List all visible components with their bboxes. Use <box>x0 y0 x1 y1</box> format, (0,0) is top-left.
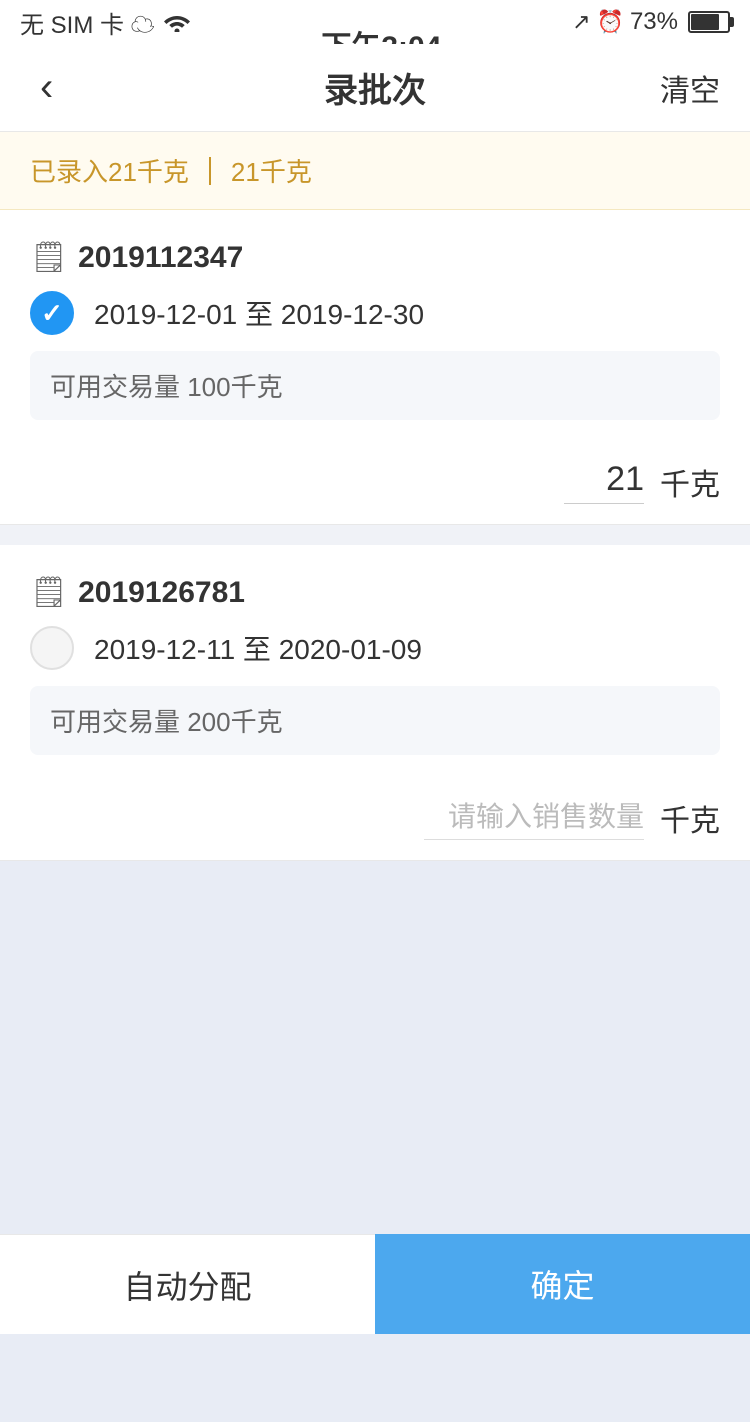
wifi-icon <box>163 12 191 32</box>
batch1-quantity-value: 21 <box>564 460 644 504</box>
status-right: ↗ ⏰ 73% <box>572 8 730 36</box>
battery-icon <box>688 11 730 33</box>
batch2-quantity-placeholder[interactable]: 请输入销售数量 <box>424 795 644 840</box>
section-separator <box>0 525 750 545</box>
status-bar: 无 SIM 卡 ☁ 下午3:04 ↗ ⏰ 73% <box>0 0 750 44</box>
clear-button[interactable]: 清空 <box>660 66 720 110</box>
info-divider <box>209 157 211 185</box>
batch1-doc-icon: 🗒 <box>30 240 68 275</box>
no-sim-label: 无 SIM 卡 ☁ <box>20 5 155 40</box>
batch1-id: 2019112347 <box>78 241 243 275</box>
recorded-value: 21千克 <box>231 152 312 189</box>
batch2-date-row[interactable]: 2019-12-11 至 2020-01-09 <box>30 626 720 670</box>
batch2-available: 可用交易量 200千克 <box>30 686 720 755</box>
back-button[interactable]: ‹ <box>30 55 63 120</box>
batch-card-2: 🗒 2019126781 2019-12-11 至 2020-01-09 可用交… <box>0 545 750 775</box>
status-left: 无 SIM 卡 ☁ <box>20 5 191 40</box>
batch1-available: 可用交易量 100千克 <box>30 351 720 420</box>
alarm-icon: ⏰ <box>597 9 624 35</box>
batch1-header: 🗒 2019112347 <box>30 240 720 275</box>
batch1-date-range: 2019-12-01 至 2019-12-30 <box>94 293 424 333</box>
batch2-quantity-row: 请输入销售数量 千克 <box>0 775 750 861</box>
bottom-bar: 自动分配 确定 <box>0 1234 750 1334</box>
batch2-radio[interactable] <box>30 626 74 670</box>
batch2-unit: 千克 <box>660 796 720 840</box>
batch2-doc-icon: 🗒 <box>30 575 68 610</box>
batch2-date-range: 2019-12-11 至 2020-01-09 <box>94 628 422 668</box>
batch2-header: 🗒 2019126781 <box>30 575 720 610</box>
batch1-date-row[interactable]: ✓ 2019-12-01 至 2019-12-30 <box>30 291 720 335</box>
batch1-unit: 千克 <box>660 460 720 504</box>
recorded-label: 已录入21千克 <box>30 152 189 189</box>
location-icon: ↗ <box>572 9 590 35</box>
batch1-radio[interactable]: ✓ <box>30 291 74 335</box>
batch-card-1: 🗒 2019112347 ✓ 2019-12-01 至 2019-12-30 可… <box>0 210 750 440</box>
info-bar: 已录入21千克 21千克 <box>0 132 750 210</box>
batch2-id: 2019126781 <box>78 576 245 610</box>
confirm-button[interactable]: 确定 <box>375 1234 750 1334</box>
page-title: 录批次 <box>324 63 426 112</box>
batch1-check-icon: ✓ <box>41 298 63 329</box>
auto-distribute-button[interactable]: 自动分配 <box>0 1234 375 1334</box>
nav-bar: ‹ 录批次 清空 <box>0 44 750 132</box>
empty-area <box>0 861 750 1422</box>
battery-percent: 73% <box>630 8 678 36</box>
batch1-quantity-row: 21 千克 <box>0 440 750 525</box>
